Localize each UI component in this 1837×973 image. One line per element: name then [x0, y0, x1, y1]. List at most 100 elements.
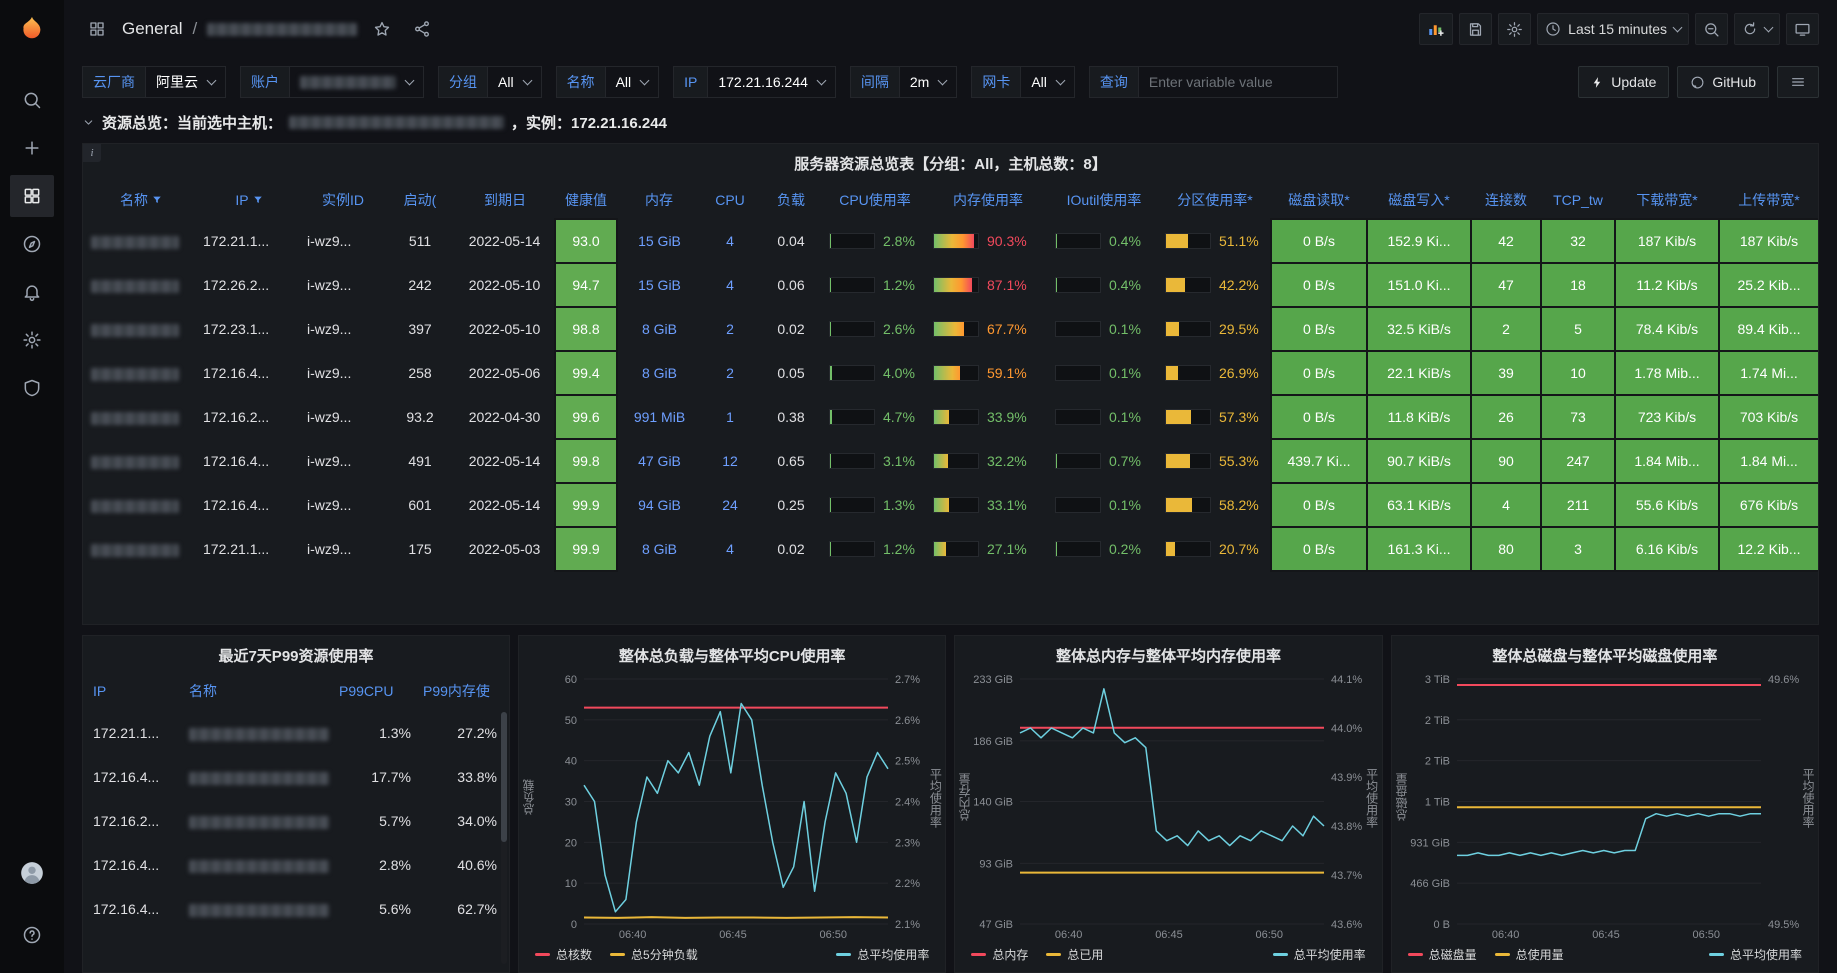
- cell-mem[interactable]: 94 GiB: [617, 483, 701, 527]
- column-header-cpu[interactable]: CPU: [701, 181, 759, 219]
- grafana-logo[interactable]: [12, 10, 52, 50]
- add-panel-button[interactable]: [1419, 13, 1454, 45]
- filter-funnel-icon[interactable]: [253, 195, 263, 205]
- legend-item[interactable]: 总内存: [971, 946, 1028, 963]
- column-header-tcp_tw[interactable]: TCP_tw: [1541, 181, 1615, 219]
- avatar[interactable]: [10, 852, 54, 894]
- legend-item[interactable]: 总核数: [535, 946, 592, 963]
- p99-cell-mem: 40.6%: [457, 857, 497, 873]
- alerting-bell-icon[interactable]: [10, 271, 54, 313]
- github-button[interactable]: GitHub: [1677, 66, 1769, 98]
- cell-cpu_pct: 3.1%: [823, 439, 927, 483]
- cell-mem[interactable]: 47 GiB: [617, 439, 701, 483]
- cell-cpu[interactable]: 2: [701, 307, 759, 351]
- column-header-load[interactable]: 负载: [759, 181, 823, 219]
- variable-value-ip[interactable]: 172.21.16.244: [707, 66, 836, 98]
- kiosk-mode-button[interactable]: [1786, 13, 1819, 45]
- scrollbar-thumb[interactable]: [501, 712, 507, 842]
- variable-value-account[interactable]: [289, 66, 424, 98]
- apps-grid-icon[interactable]: [82, 14, 112, 44]
- variable-value-interval[interactable]: 2m: [898, 66, 958, 98]
- legend-item[interactable]: 总磁盘量: [1407, 946, 1477, 963]
- legend-label: 总使用量: [1515, 948, 1564, 962]
- p99-scrollbar[interactable]: [501, 712, 507, 964]
- save-dashboard-button[interactable]: [1459, 13, 1493, 45]
- cell-cpu[interactable]: 4: [701, 219, 759, 263]
- dashboards-icon[interactable]: [10, 175, 54, 217]
- legend-item[interactable]: 总平均使用率: [1272, 946, 1366, 963]
- column-header-up_bw[interactable]: 上传带宽*: [1719, 181, 1818, 219]
- legend-item[interactable]: 总平均使用率: [836, 946, 929, 963]
- time-range-picker[interactable]: Last 15 minutes: [1537, 13, 1689, 45]
- column-header-mem_pct[interactable]: 内存使用率: [927, 181, 1049, 219]
- cell-mem[interactable]: 991 MiB: [617, 395, 701, 439]
- explore-compass-icon[interactable]: [10, 223, 54, 265]
- variable-value-group[interactable]: All: [487, 66, 542, 98]
- p99-title[interactable]: 最近7天P99资源使用率: [83, 636, 509, 671]
- filter-funnel-icon[interactable]: [152, 195, 162, 205]
- column-header-health[interactable]: 健康值: [555, 181, 617, 219]
- cell-uptime: 397: [408, 321, 432, 337]
- row-header-overview[interactable]: 资源总览：当前选中主机： ，实例：172.21.16.244: [64, 110, 1837, 143]
- refresh-button[interactable]: [1734, 13, 1780, 45]
- legend-item[interactable]: 总已用: [1046, 946, 1103, 963]
- configuration-gear-icon[interactable]: [10, 319, 54, 361]
- legend-item[interactable]: 总使用量: [1494, 946, 1564, 963]
- cell-disk_read: 0 B/s: [1270, 262, 1368, 308]
- chart-title[interactable]: 整体总磁盘与整体平均磁盘使用率: [1392, 636, 1818, 671]
- zoom-out-button[interactable]: [1695, 13, 1728, 45]
- cell-cpu[interactable]: 4: [701, 263, 759, 307]
- cell-cpu[interactable]: 4: [701, 527, 759, 571]
- cell-mem[interactable]: 15 GiB: [617, 219, 701, 263]
- server-table-title[interactable]: 服务器资源总览表【分组：All，主机总数：8】: [83, 144, 1818, 179]
- chart-title[interactable]: 整体总负载与整体平均CPU使用率: [519, 636, 945, 671]
- cell-cpu[interactable]: 24: [701, 483, 759, 527]
- table-row: 172.21.1... i-wz9... 175 2022-05-03 99.9 8 Gi…: [85, 526, 1818, 572]
- column-header-name[interactable]: 名称: [85, 181, 197, 219]
- column-header-disk_read[interactable]: 磁盘读取*: [1271, 181, 1367, 219]
- usage-gauge: 42.2%: [1165, 277, 1264, 293]
- p99-column-header[interactable]: IP: [87, 671, 183, 711]
- share-icon[interactable]: [407, 14, 437, 44]
- variable-value-nic[interactable]: All: [1020, 66, 1075, 98]
- column-header-uptime[interactable]: 启动(: [385, 181, 455, 219]
- update-button[interactable]: Update: [1578, 66, 1670, 98]
- cell-cpu[interactable]: 1: [701, 395, 759, 439]
- column-header-instance[interactable]: 实例ID: [301, 181, 385, 219]
- p99-cell-name: [183, 755, 333, 799]
- column-header-expire[interactable]: 到期日: [455, 181, 555, 219]
- p99-column-header[interactable]: P99内存使: [417, 671, 503, 711]
- star-icon[interactable]: [367, 14, 397, 44]
- column-header-io_pct[interactable]: IOutil使用率: [1049, 181, 1159, 219]
- column-header-disk_write[interactable]: 磁盘写入*: [1367, 181, 1471, 219]
- menu-button[interactable]: [1777, 66, 1819, 98]
- legend-item[interactable]: 总平均使用率: [1708, 946, 1802, 963]
- legend-item[interactable]: 总5分钟负载: [610, 946, 698, 963]
- cell-mem[interactable]: 8 GiB: [617, 351, 701, 395]
- p99-column-header[interactable]: P99CPU: [333, 671, 417, 711]
- column-header-down_bw[interactable]: 下载带宽*: [1615, 181, 1719, 219]
- p99-column-header[interactable]: 名称: [183, 671, 333, 711]
- variable-query-input[interactable]: [1137, 66, 1338, 98]
- variable-value-cloud[interactable]: 阿里云: [145, 66, 226, 98]
- dashboard-settings-button[interactable]: [1498, 13, 1532, 45]
- cell-cpu[interactable]: 12: [701, 439, 759, 483]
- search-icon[interactable]: [10, 79, 54, 121]
- chart-title[interactable]: 整体总内存与整体平均内存使用率: [955, 636, 1381, 671]
- column-header-cpu_pct[interactable]: CPU使用率: [823, 181, 927, 219]
- variable-value-name[interactable]: All: [604, 66, 660, 98]
- column-header-ip[interactable]: IP: [197, 181, 301, 219]
- panel-info-icon[interactable]: i: [83, 144, 101, 162]
- create-plus-icon[interactable]: [10, 127, 54, 169]
- server-admin-shield-icon[interactable]: [10, 367, 54, 409]
- cell-mem[interactable]: 8 GiB: [617, 307, 701, 351]
- cell-mem[interactable]: 15 GiB: [617, 263, 701, 307]
- column-header-conns[interactable]: 连接数: [1471, 181, 1541, 219]
- cell-cpu[interactable]: 2: [701, 351, 759, 395]
- help-icon[interactable]: [10, 914, 54, 956]
- dashboard-title-redacted[interactable]: [207, 22, 358, 36]
- column-header-part_pct[interactable]: 分区使用率*: [1159, 181, 1271, 219]
- breadcrumb-section[interactable]: General: [122, 19, 182, 39]
- cell-mem[interactable]: 8 GiB: [617, 527, 701, 571]
- column-header-mem[interactable]: 内存: [617, 181, 701, 219]
